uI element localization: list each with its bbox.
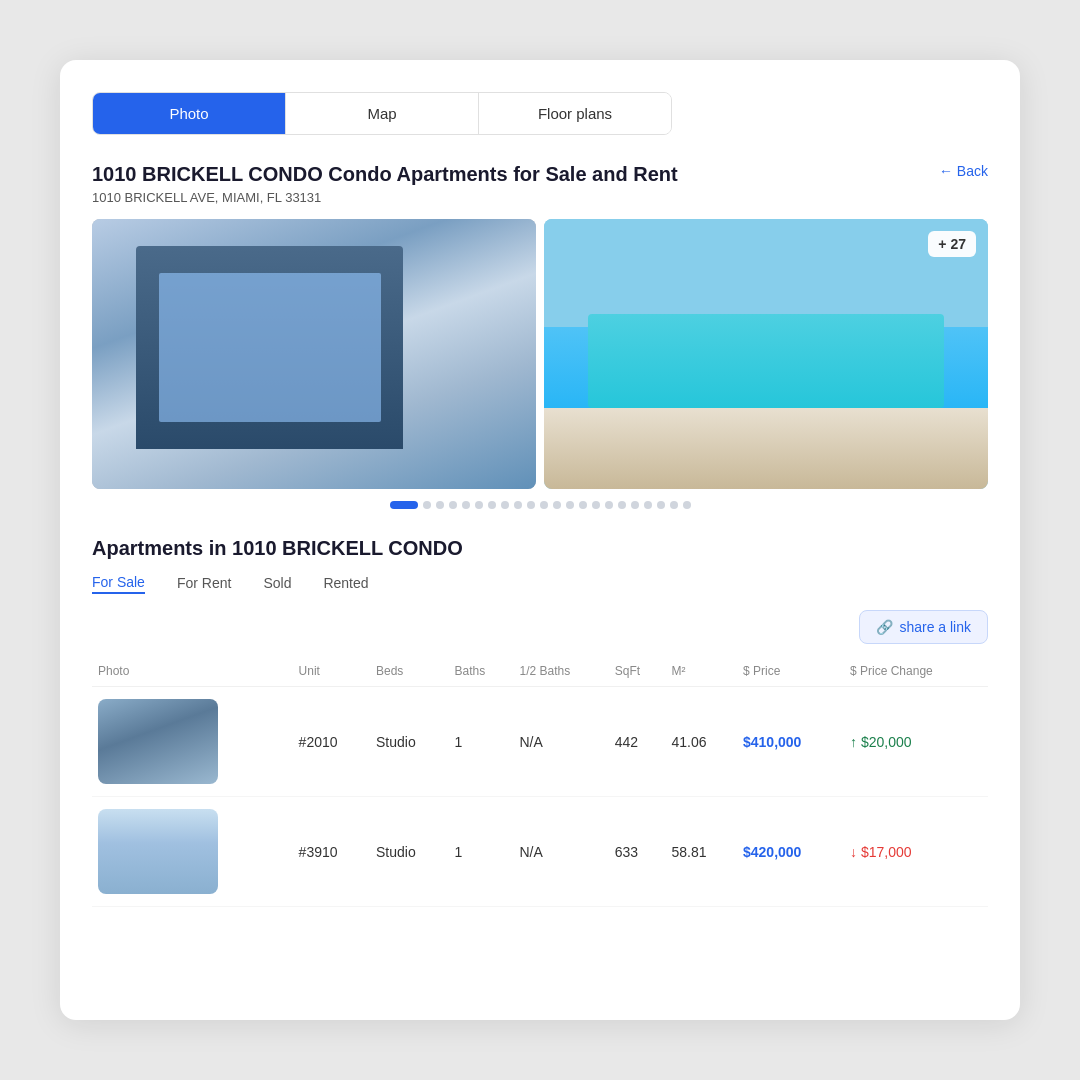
apartments-section-title: Apartments in 1010 BRICKELL CONDO bbox=[92, 537, 988, 560]
share-icon: 🔗 bbox=[876, 619, 893, 635]
dot-17[interactable] bbox=[631, 501, 639, 509]
cell-baths-1: 1 bbox=[449, 797, 514, 907]
unit-thumbnail-1 bbox=[98, 809, 218, 894]
listing-filter-tabs: For Sale For Rent Sold Rented bbox=[92, 574, 988, 594]
cell-sqft-1: 633 bbox=[609, 797, 666, 907]
photo-grid: + 27 bbox=[92, 219, 988, 489]
col-header-m2: M² bbox=[666, 656, 738, 687]
cell-beds-0: Studio bbox=[370, 687, 449, 797]
dot-16[interactable] bbox=[618, 501, 626, 509]
dot-18[interactable] bbox=[644, 501, 652, 509]
listing-header: 1010 BRICKELL CONDO Condo Apartments for… bbox=[92, 163, 988, 205]
col-header-price-change: $ Price Change bbox=[844, 656, 988, 687]
listing-info: 1010 BRICKELL CONDO Condo Apartments for… bbox=[92, 163, 678, 205]
more-photos-badge[interactable]: + 27 bbox=[928, 231, 976, 257]
tab-map[interactable]: Map bbox=[286, 93, 479, 134]
cell-price-change-1: $17,000 bbox=[844, 797, 988, 907]
photo-dots bbox=[92, 501, 988, 509]
toolbar: 🔗 share a link bbox=[92, 610, 988, 644]
cell-baths-0: 1 bbox=[449, 687, 514, 797]
dot-7[interactable] bbox=[501, 501, 509, 509]
dot-15[interactable] bbox=[605, 501, 613, 509]
table-row[interactable]: #2010 Studio 1 N/A 442 41.06 $410,000 $2… bbox=[92, 687, 988, 797]
listings-table: Photo Unit Beds Baths 1/2 Baths SqFt M² … bbox=[92, 656, 988, 907]
col-header-photo: Photo bbox=[92, 656, 293, 687]
cell-sqft-0: 442 bbox=[609, 687, 666, 797]
tab-photo[interactable]: Photo bbox=[93, 93, 286, 134]
view-tabs: Photo Map Floor plans bbox=[92, 92, 672, 135]
table-row[interactable]: #3910 Studio 1 N/A 633 58.81 $420,000 $1… bbox=[92, 797, 988, 907]
photo-main[interactable] bbox=[92, 219, 536, 489]
cell-photo-0 bbox=[92, 687, 293, 797]
filter-rented[interactable]: Rented bbox=[323, 575, 368, 593]
dot-3[interactable] bbox=[449, 501, 457, 509]
col-header-unit: Unit bbox=[293, 656, 370, 687]
building-exterior-image bbox=[92, 219, 536, 489]
dot-19[interactable] bbox=[657, 501, 665, 509]
col-header-sqft: SqFt bbox=[609, 656, 666, 687]
dot-21[interactable] bbox=[683, 501, 691, 509]
cell-half-baths-0: N/A bbox=[513, 687, 608, 797]
main-card: Photo Map Floor plans 1010 BRICKELL COND… bbox=[60, 60, 1020, 1020]
unit-thumb-image-1 bbox=[98, 809, 218, 894]
dot-11[interactable] bbox=[553, 501, 561, 509]
col-header-half-baths: 1/2 Baths bbox=[513, 656, 608, 687]
cell-beds-1: Studio bbox=[370, 797, 449, 907]
filter-for-sale[interactable]: For Sale bbox=[92, 574, 145, 594]
cell-price-0[interactable]: $410,000 bbox=[737, 687, 844, 797]
cell-unit-1: #3910 bbox=[293, 797, 370, 907]
cell-half-baths-1: N/A bbox=[513, 797, 608, 907]
listing-address: 1010 BRICKELL AVE, MIAMI, FL 33131 bbox=[92, 190, 678, 205]
back-button[interactable]: ← Back bbox=[939, 163, 988, 179]
col-header-price: $ Price bbox=[737, 656, 844, 687]
cell-price-1[interactable]: $420,000 bbox=[737, 797, 844, 907]
dot-2[interactable] bbox=[436, 501, 444, 509]
dot-6[interactable] bbox=[488, 501, 496, 509]
dot-8[interactable] bbox=[514, 501, 522, 509]
cell-price-change-0: $20,000 bbox=[844, 687, 988, 797]
dot-13[interactable] bbox=[579, 501, 587, 509]
dot-14[interactable] bbox=[592, 501, 600, 509]
share-link-button[interactable]: 🔗 share a link bbox=[859, 610, 988, 644]
dot-12[interactable] bbox=[566, 501, 574, 509]
unit-thumbnail-0 bbox=[98, 699, 218, 784]
share-label: share a link bbox=[899, 619, 971, 635]
filter-for-rent[interactable]: For Rent bbox=[177, 575, 231, 593]
tab-floor-plans[interactable]: Floor plans bbox=[479, 93, 671, 134]
filter-sold[interactable]: Sold bbox=[263, 575, 291, 593]
dot-5[interactable] bbox=[475, 501, 483, 509]
dot-1[interactable] bbox=[423, 501, 431, 509]
dot-4[interactable] bbox=[462, 501, 470, 509]
photo-secondary[interactable]: + 27 bbox=[544, 219, 988, 489]
col-header-baths: Baths bbox=[449, 656, 514, 687]
col-header-beds: Beds bbox=[370, 656, 449, 687]
unit-thumb-image-0 bbox=[98, 699, 218, 784]
cell-m2-1: 58.81 bbox=[666, 797, 738, 907]
dot-20[interactable] bbox=[670, 501, 678, 509]
dot-0[interactable] bbox=[390, 501, 418, 509]
pool-image bbox=[544, 219, 988, 489]
dot-10[interactable] bbox=[540, 501, 548, 509]
cell-unit-0: #2010 bbox=[293, 687, 370, 797]
listing-title: 1010 BRICKELL CONDO Condo Apartments for… bbox=[92, 163, 678, 186]
cell-m2-0: 41.06 bbox=[666, 687, 738, 797]
dot-9[interactable] bbox=[527, 501, 535, 509]
cell-photo-1 bbox=[92, 797, 293, 907]
